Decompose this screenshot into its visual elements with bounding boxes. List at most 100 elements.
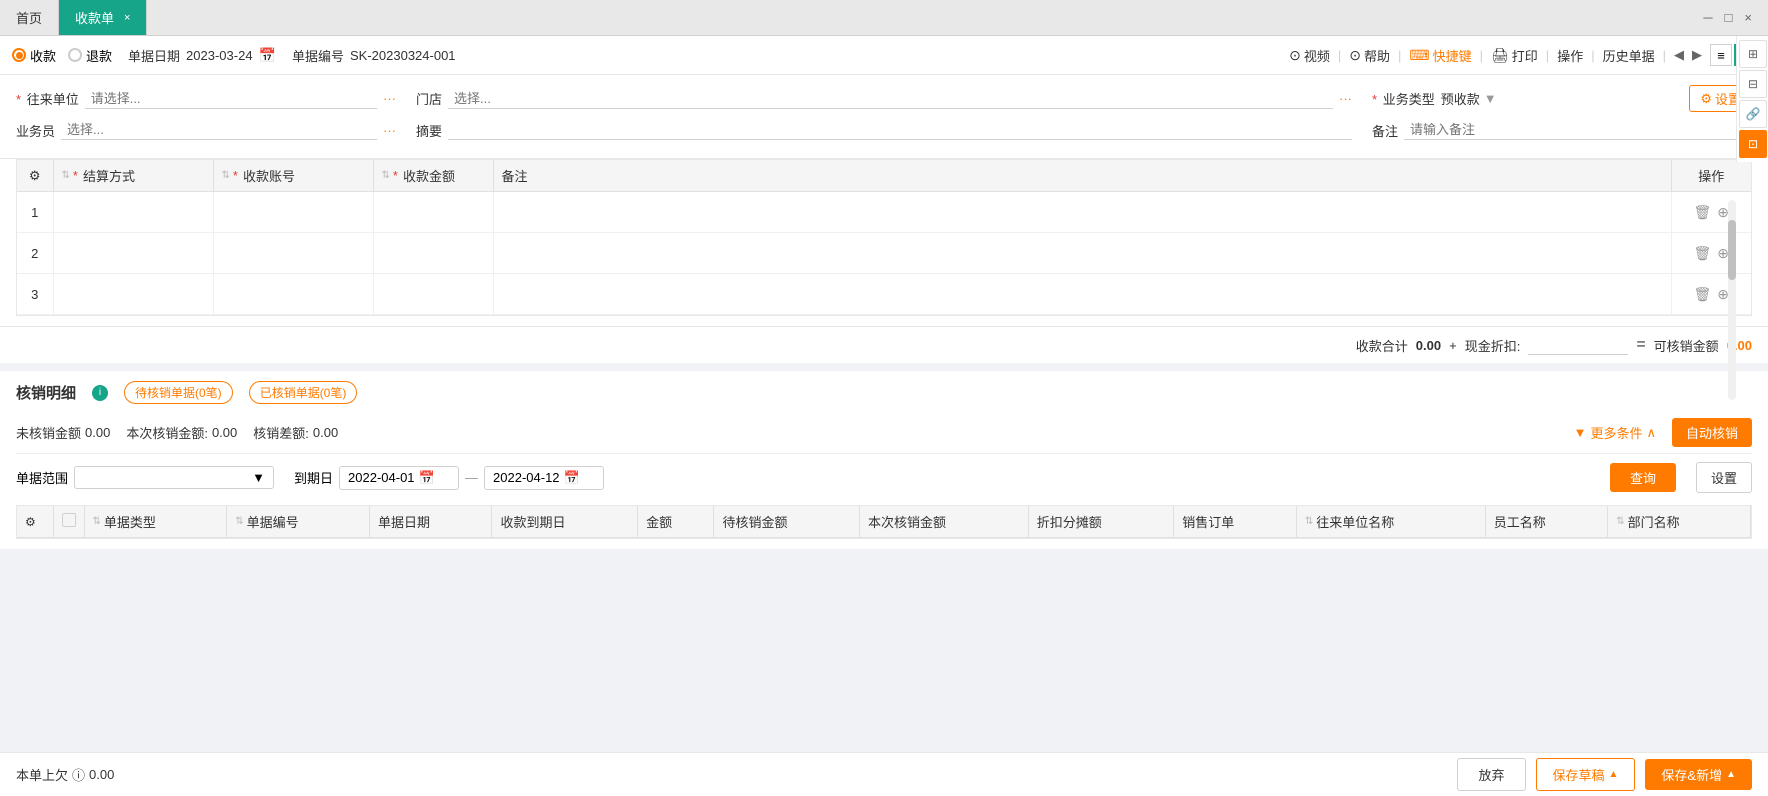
close-icon[interactable]: × (1744, 10, 1752, 25)
th-settlement: ⇅ * 结算方式 (53, 160, 213, 192)
print-label: 打印 (1512, 46, 1538, 65)
select-all-checkbox[interactable] (62, 513, 76, 527)
filter-row: 单据范围 ▼ 到期日 2022-04-01 📅 — 2022-04-12 📅 (16, 453, 1752, 501)
delete-icon-3[interactable]: 🗑 (1693, 286, 1711, 303)
nav-prev-icon[interactable]: ◀ (1674, 47, 1684, 63)
remarks-input[interactable] (1404, 120, 1752, 140)
payment-table-section: ⚙ ⇅ * 结算方式 ⇅ * 收款账号 (0, 159, 1768, 326)
row-num-3: 3 (17, 274, 53, 315)
ops-label: 操作 (1557, 46, 1583, 65)
cell-note-2[interactable] (493, 233, 1671, 274)
discount-input[interactable] (1528, 335, 1628, 355)
dth-staff: 员工名称 (1485, 506, 1608, 538)
staff-input[interactable] (61, 120, 377, 140)
dth-dept: ⇅ 部门名称 (1608, 506, 1751, 538)
cell-settlement-2[interactable] (53, 233, 213, 274)
current-value: 0.00 (212, 425, 237, 440)
save-new-button[interactable]: 保存&新增 ▲ (1645, 759, 1752, 790)
detail-table-wrap: ⚙ ⇅ 单据类型 ⇅ (16, 505, 1752, 539)
video-icon: ⊙ (1289, 47, 1301, 64)
verify-title: 核销明细 (16, 382, 76, 403)
cell-amount-2[interactable] (373, 233, 493, 274)
ops-btn[interactable]: 操作 (1557, 46, 1583, 65)
bottom-stat: 本单上欠 ⓘ 0.00 (16, 765, 114, 784)
history-btn[interactable]: 历史单据 (1603, 46, 1655, 65)
right-tool-2[interactable]: ⊟ (1739, 70, 1767, 98)
cell-note-3[interactable] (493, 274, 1671, 315)
cell-amount-3[interactable] (373, 274, 493, 315)
discard-button[interactable]: 放弃 (1457, 758, 1525, 791)
query-btn[interactable]: 查询 (1610, 463, 1676, 492)
right-tool-4[interactable]: ⊡ (1739, 130, 1767, 158)
cell-settlement-1[interactable] (53, 192, 213, 233)
cell-account-2[interactable] (213, 233, 373, 274)
nav-next-icon[interactable]: ▶ (1692, 47, 1702, 63)
staff-more-btn[interactable]: ··· (383, 123, 396, 138)
radio-tuikuan[interactable]: 退款 (68, 46, 112, 65)
right-tool-3[interactable]: 🔗 (1739, 100, 1767, 128)
delete-icon-1[interactable]: 🗑 (1693, 204, 1711, 221)
video-btn[interactable]: ⊙ 视频 (1289, 46, 1330, 65)
th-account: ⇅ * 收款账号 (213, 160, 373, 192)
business-type-field: * 业务类型 预收款 ▼ ⚙ 设置 (1372, 85, 1752, 112)
number-value: SK-20230324-001 (350, 48, 456, 63)
partner-label: * 往来单位 (16, 89, 79, 108)
store-more-btn[interactable]: ··· (1339, 91, 1352, 106)
plus-sign: + (1449, 338, 1457, 353)
scroll-thumb[interactable] (1728, 220, 1736, 280)
date-to-input[interactable]: 2022-04-12 📅 (484, 466, 604, 490)
shortcut-icon: ⌨ (1409, 47, 1429, 64)
date-from-input[interactable]: 2022-04-01 📅 (339, 466, 459, 490)
cell-note-1[interactable] (493, 192, 1671, 233)
tab-active[interactable]: 收款单 × (59, 0, 147, 35)
save-new-arrow-icon: ▲ (1726, 769, 1736, 780)
cell-account-1[interactable] (213, 192, 373, 233)
verify-section: 核销明细 i 待核销单据(0笔) 已核销单据(0笔) 未核销金额 0.00 本次… (0, 371, 1768, 549)
date-value: 2023-03-24 (186, 48, 253, 63)
tab-home[interactable]: 首页 (0, 0, 59, 35)
maximize-icon[interactable]: □ (1725, 10, 1733, 25)
sep6: | (1663, 48, 1666, 63)
store-input[interactable] (448, 89, 1333, 109)
tab-pending[interactable]: 待核销单据(0笔) (124, 381, 233, 404)
cell-account-3[interactable] (213, 274, 373, 315)
bottom-info-icon[interactable]: ⓘ (72, 765, 85, 784)
shortcut-btn[interactable]: ⌨ 快捷键 (1409, 46, 1471, 65)
tab-close-icon[interactable]: × (124, 12, 130, 24)
tab-done[interactable]: 已核销单据(0笔) (249, 381, 358, 404)
detail-table: ⚙ ⇅ 单据类型 ⇅ (17, 506, 1751, 538)
delete-icon-2[interactable]: 🗑 (1693, 245, 1711, 262)
diff-value: 0.00 (313, 425, 338, 440)
abstract-input[interactable] (448, 120, 1352, 140)
cell-amount-1[interactable] (373, 192, 493, 233)
range-select[interactable]: ▼ (74, 466, 274, 489)
dth-gear[interactable]: ⚙ (17, 506, 53, 538)
total-label: 收款合计 (1356, 336, 1408, 355)
business-type-select[interactable]: 预收款 ▼ (1441, 89, 1684, 108)
uncancelled-label: 未核销金额 (16, 423, 81, 442)
view-list-icon[interactable]: ≡ (1710, 44, 1732, 66)
calendar-icon[interactable]: 📅 (259, 47, 276, 64)
staff-field: 业务员 ··· (16, 120, 396, 140)
right-tool-1[interactable]: ⊞ (1739, 40, 1767, 68)
table-row: 1 🗑 ⊕ (17, 192, 1751, 233)
minimize-icon[interactable]: ─ (1703, 10, 1712, 25)
partner-more-btn[interactable]: ··· (383, 91, 396, 106)
store-field: 门店 ··· (416, 89, 1352, 109)
save-draft-button[interactable]: 保存草稿 ▲ (1536, 758, 1636, 791)
cell-settlement-3[interactable] (53, 274, 213, 315)
help-btn[interactable]: ⊙ 帮助 (1349, 46, 1390, 65)
dth-current: 本次核销金额 (860, 506, 1029, 538)
payment-type-radio-group: 收款 退款 (12, 46, 112, 65)
help-label: 帮助 (1364, 46, 1390, 65)
radio-shouquan[interactable]: 收款 (12, 46, 56, 65)
auto-cancel-btn[interactable]: 自动核销 (1672, 418, 1752, 447)
scrollbar[interactable] (1728, 200, 1736, 400)
partner-input[interactable] (85, 89, 377, 109)
more-conditions-btn[interactable]: ▼ 更多条件 ∧ (1574, 423, 1656, 442)
th-gear[interactable]: ⚙ (17, 160, 53, 192)
print-btn[interactable]: 🖨 打印 (1491, 46, 1538, 65)
verify-info-icon[interactable]: i (92, 385, 108, 401)
tab-home-label: 首页 (16, 8, 42, 27)
detail-settings-btn[interactable]: 设置 (1696, 462, 1752, 493)
